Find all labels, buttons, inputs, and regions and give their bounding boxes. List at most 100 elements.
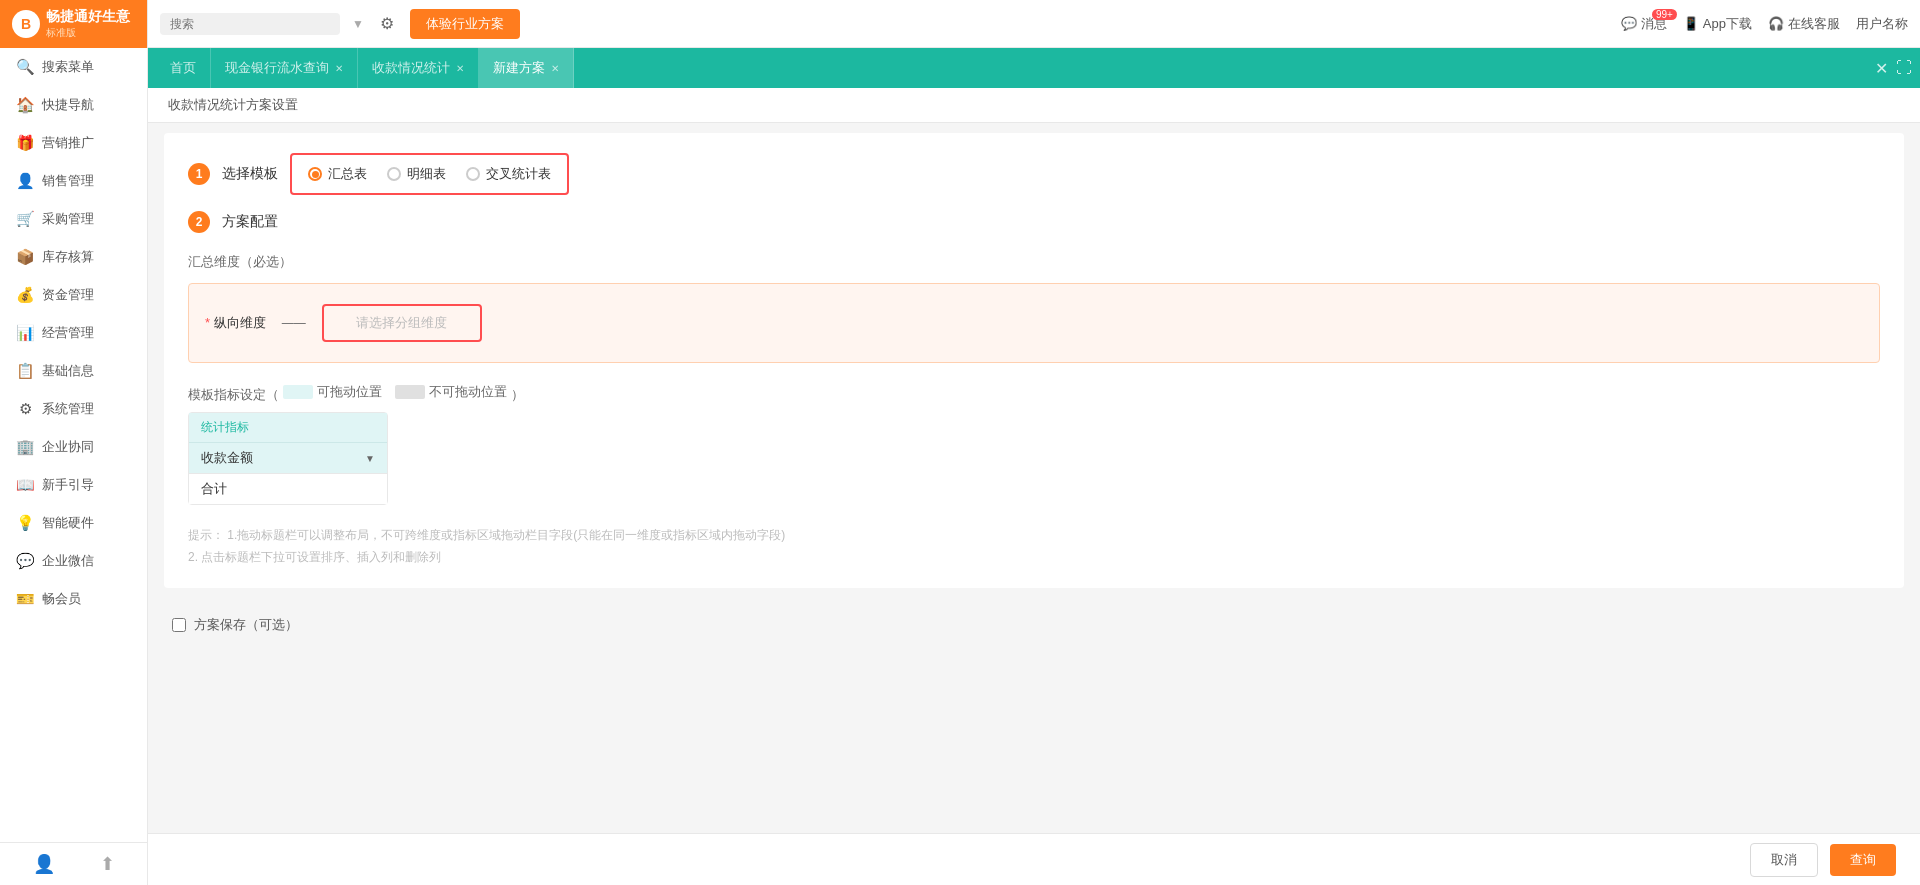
settings-gear-icon[interactable]: ⚙	[380, 14, 394, 33]
app-download-link[interactable]: 📱 App下载	[1683, 15, 1752, 33]
tip-2: 2. 点击标题栏下拉可设置排序、插入列和删除列	[188, 547, 1880, 569]
sidebar-item-label: 智能硬件	[42, 514, 94, 532]
query-button[interactable]: 查询	[1830, 844, 1896, 876]
template-cross-label: 交叉统计表	[486, 165, 551, 183]
sidebar-item-inventory[interactable]: 📦 库存核算	[0, 238, 147, 276]
sidebar-item-enterprise[interactable]: 🏢 企业协同	[0, 428, 147, 466]
online-service-link[interactable]: 🎧 在线客服	[1768, 15, 1840, 33]
sidebar-item-sales[interactable]: 👤 销售管理	[0, 162, 147, 200]
step1-number: 1	[188, 163, 210, 185]
metrics-header: 模板指标设定（ 可拖动位置 不可拖动位置 ）	[188, 383, 1880, 404]
main-area: ▼ ⚙ 体验行业方案 💬 消息 99+ 📱 App下载 🎧 在线客服 用户名称 …	[148, 0, 1920, 885]
save-option-footer: 方案保存（可选）	[148, 604, 1920, 646]
sidebar-item-basic[interactable]: 📋 基础信息	[0, 352, 147, 390]
metrics-total-label: 合计	[201, 481, 227, 496]
topbar: ▼ ⚙ 体验行业方案 💬 消息 99+ 📱 App下载 🎧 在线客服 用户名称	[148, 0, 1920, 48]
metrics-table-header: 统计指标	[189, 413, 387, 442]
footer-icon-left[interactable]: 👤	[33, 853, 55, 875]
industry-button[interactable]: 体验行业方案	[410, 9, 520, 39]
drag-indicator	[283, 385, 313, 399]
sidebar-item-label: 销售管理	[42, 172, 94, 190]
sidebar-item-guide[interactable]: 📖 新手引导	[0, 466, 147, 504]
sidebar-footer: 👤 ⬆	[0, 842, 147, 885]
sidebar-item-label: 系统管理	[42, 400, 94, 418]
template-radio-cross[interactable]: 交叉统计表	[466, 165, 551, 183]
footer-icon-right[interactable]: ⬆	[100, 853, 115, 875]
dim-arrow: ——	[282, 316, 306, 330]
tab-cashflow-close-icon[interactable]: ✕	[335, 63, 343, 74]
radio-circle-summary	[308, 167, 322, 181]
template-summary-label: 汇总表	[328, 165, 367, 183]
step1-row: 1 选择模板 汇总表 明细表 交叉统计表	[188, 153, 1880, 195]
tab-home-label: 首页	[170, 59, 196, 77]
service-icon: 🎧	[1768, 16, 1784, 31]
tab-receipt[interactable]: 收款情况统计 ✕	[358, 48, 479, 88]
sidebar-item-label: 快捷导航	[42, 96, 94, 114]
metrics-section: 模板指标设定（ 可拖动位置 不可拖动位置 ） 统计指标	[188, 383, 1880, 505]
dim-select-button[interactable]: 请选择分组维度	[322, 304, 482, 342]
sales-icon: 👤	[16, 172, 34, 190]
sidebar-item-label: 企业协同	[42, 438, 94, 456]
topbar-search-input[interactable]	[160, 13, 340, 35]
step2-label: 方案配置	[222, 213, 278, 231]
step1-label: 选择模板	[222, 165, 278, 183]
sidebar-item-wechat[interactable]: 💬 企业微信	[0, 542, 147, 580]
message-button[interactable]: 💬 消息 99+	[1621, 15, 1667, 33]
sidebar-item-label: 基础信息	[42, 362, 94, 380]
radio-circle-detail	[387, 167, 401, 181]
user-name-display: 用户名称	[1856, 15, 1908, 33]
radio-circle-cross	[466, 167, 480, 181]
save-label: 方案保存（可选）	[194, 616, 298, 634]
dimension-title: 汇总维度（必选）	[188, 253, 1880, 271]
sidebar-logo: B 畅捷通好生意 标准版	[0, 0, 147, 48]
topbar-dropdown-arrow[interactable]: ▼	[352, 17, 364, 31]
sidebar-item-member[interactable]: 🎫 畅会员	[0, 580, 147, 618]
tab-close-all-icon[interactable]: ✕	[1875, 59, 1888, 78]
sidebar-item-finance[interactable]: 💰 资金管理	[0, 276, 147, 314]
sidebar-item-label: 搜索菜单	[42, 58, 94, 76]
tabbar: 首页 现金银行流水查询 ✕ 收款情况统计 ✕ 新建方案 ✕ ✕ ⛶	[148, 48, 1920, 88]
template-detail-label: 明细表	[407, 165, 446, 183]
template-selection-box: 汇总表 明细表 交叉统计表	[290, 153, 569, 195]
topbar-right: 💬 消息 99+ 📱 App下载 🎧 在线客服 用户名称	[1621, 15, 1908, 33]
finance-icon: 💰	[16, 286, 34, 304]
nodrag-label: 不可拖动位置	[429, 383, 507, 401]
app-edition: 标准版	[46, 26, 130, 40]
save-checkbox[interactable]	[172, 618, 186, 632]
inventory-icon: 📦	[16, 248, 34, 266]
tab-cashflow[interactable]: 现金银行流水查询 ✕	[211, 48, 358, 88]
template-radio-summary[interactable]: 汇总表	[308, 165, 367, 183]
tip-1: 提示： 1.拖动标题栏可以调整布局，不可跨维度或指标区域拖动栏目字段(只能在同一…	[188, 525, 1880, 547]
sidebar-item-marketing[interactable]: 🎁 营销推广	[0, 124, 147, 162]
sidebar-item-hardware[interactable]: 💡 智能硬件	[0, 504, 147, 542]
sidebar-item-system[interactable]: ⚙ 系统管理	[0, 390, 147, 428]
app-name: 畅捷通好生意	[46, 8, 130, 26]
sidebar-item-label: 资金管理	[42, 286, 94, 304]
sidebar-item-operation[interactable]: 📊 经营管理	[0, 314, 147, 352]
sidebar-item-label: 库存核算	[42, 248, 94, 266]
bottom-bar: 取消 查询	[148, 833, 1920, 885]
metrics-cell-amount[interactable]: 收款金额 ▼	[189, 442, 387, 473]
nodrag-indicator	[395, 385, 425, 399]
sidebar-item-quicknav[interactable]: 🏠 快捷导航	[0, 86, 147, 124]
guide-icon: 📖	[16, 476, 34, 494]
sidebar-item-label: 畅会员	[42, 590, 81, 608]
tab-newplan-close-icon[interactable]: ✕	[551, 63, 559, 74]
sidebar-item-purchase[interactable]: 🛒 采购管理	[0, 200, 147, 238]
tab-newplan[interactable]: 新建方案 ✕	[479, 48, 574, 88]
tab-expand-icon[interactable]: ⛶	[1896, 59, 1912, 78]
cancel-button[interactable]: 取消	[1750, 843, 1818, 877]
sidebar-item-label: 新手引导	[42, 476, 94, 494]
metrics-amount-label: 收款金额	[201, 449, 253, 467]
template-radio-detail[interactable]: 明细表	[387, 165, 446, 183]
tab-receipt-close-icon[interactable]: ✕	[456, 63, 464, 74]
tab-home[interactable]: 首页	[156, 48, 211, 88]
tabbar-controls: ✕ ⛶	[1875, 59, 1912, 78]
sidebar-item-search[interactable]: 🔍 搜索菜单	[0, 48, 147, 86]
template-radio-group: 汇总表 明细表 交叉统计表	[308, 165, 551, 183]
metrics-cell-total: 合计	[189, 473, 387, 504]
enterprise-icon: 🏢	[16, 438, 34, 456]
sidebar: B 畅捷通好生意 标准版 🔍 搜索菜单 🏠 快捷导航 🎁 营销推广 👤 销售管理…	[0, 0, 148, 885]
logo-icon: B	[12, 10, 40, 38]
tab-receipt-label: 收款情况统计	[372, 59, 450, 77]
